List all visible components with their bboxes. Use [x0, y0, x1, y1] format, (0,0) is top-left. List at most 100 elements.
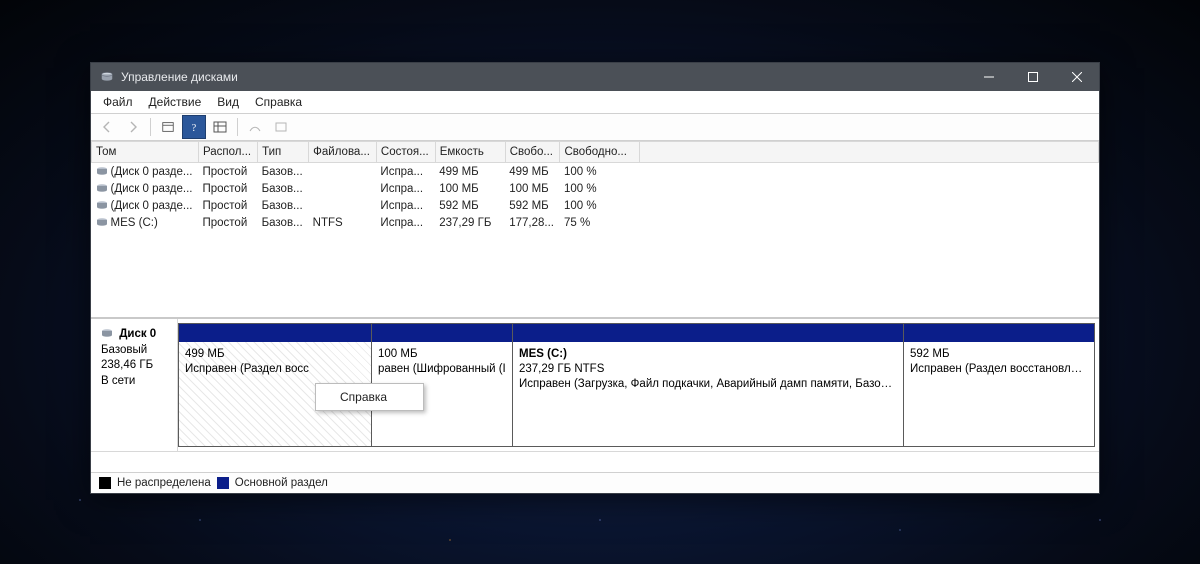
disk-size: 238,46 ГБ [101, 359, 153, 371]
menu-file[interactable]: Файл [95, 93, 141, 111]
partition-desc: равен (Шифрованный (I [378, 363, 506, 375]
maximize-button[interactable] [1011, 63, 1055, 91]
nav-back-button[interactable] [95, 115, 119, 139]
volume-status: Испра... [376, 214, 435, 231]
legend-primary: Основной раздел [235, 477, 328, 489]
toolbar-separator [150, 118, 151, 136]
partition[interactable]: 592 МБИсправен (Раздел восстановления) [903, 323, 1095, 447]
volume-type: Базов... [258, 163, 309, 181]
volume-icon [96, 183, 108, 193]
context-menu-help[interactable]: Справка [318, 386, 421, 408]
menu-view[interactable]: Вид [209, 93, 247, 111]
refresh-button[interactable] [156, 115, 180, 139]
partition-desc: Исправен (Раздел восс [185, 363, 309, 375]
volume-layout: Простой [198, 163, 257, 181]
disk-management-icon [99, 69, 115, 85]
column-header-filesystem[interactable]: Файлова... [309, 142, 377, 163]
volume-capacity: 100 МБ [435, 180, 505, 197]
disk-label[interactable]: Диск 0 Базовый 238,46 ГБ В сети [91, 319, 178, 451]
menu-action[interactable]: Действие [141, 93, 210, 111]
volume-capacity: 592 МБ [435, 197, 505, 214]
volume-pct: 100 % [560, 197, 640, 214]
volume-table: Том Распол... Тип Файлова... Состоя... Е… [91, 141, 1099, 231]
volume-pct: 100 % [560, 180, 640, 197]
help-toolbar-button[interactable]: ? [182, 115, 206, 139]
legend-unallocated: Не распределена [117, 477, 211, 489]
column-header-capacity[interactable]: Емкость [435, 142, 505, 163]
table-row[interactable]: (Диск 0 разде...ПростойБазов...Испра...5… [92, 197, 1099, 214]
column-header-volume[interactable]: Том [92, 142, 199, 163]
volume-capacity: 237,29 ГБ [435, 214, 505, 231]
toolbar: ? [91, 114, 1099, 141]
volume-pct: 100 % [560, 163, 640, 181]
legend-swatch-unallocated [99, 477, 111, 489]
volume-fs [309, 180, 377, 197]
volume-icon [96, 217, 108, 227]
column-header-layout[interactable]: Распол... [198, 142, 257, 163]
properties-button[interactable] [243, 115, 267, 139]
volume-fs [309, 163, 377, 181]
volume-free: 499 МБ [505, 163, 560, 181]
volume-list-pane[interactable]: Том Распол... Тип Файлова... Состоя... Е… [91, 141, 1099, 319]
volume-name: (Диск 0 разде... [92, 163, 199, 181]
volume-name: (Диск 0 разде... [92, 197, 199, 214]
partition-size: 499 МБ [185, 348, 225, 360]
column-header-free[interactable]: Свобо... [505, 142, 560, 163]
volume-fs [309, 197, 377, 214]
volume-free: 100 МБ [505, 180, 560, 197]
volume-name: (Диск 0 разде... [92, 180, 199, 197]
table-row[interactable]: (Диск 0 разде...ПростойБазов...Испра...4… [92, 163, 1099, 181]
close-button[interactable] [1055, 63, 1099, 91]
volume-icon [96, 166, 108, 176]
partition-size: 592 МБ [910, 348, 950, 360]
disk-name: Диск 0 [119, 328, 156, 340]
volume-layout: Простой [198, 197, 257, 214]
volume-free: 177,28... [505, 214, 560, 231]
nav-forward-button[interactable] [121, 115, 145, 139]
partition-header [372, 324, 512, 342]
column-header-status[interactable]: Состоя... [376, 142, 435, 163]
partition[interactable]: MES (C:) 237,29 ГБ NTFS Исправен (Загрузка… [512, 323, 904, 447]
volume-status: Испра... [376, 163, 435, 181]
menu-help[interactable]: Справка [247, 93, 310, 111]
volume-status: Испра... [376, 197, 435, 214]
column-header-blank [640, 142, 1099, 163]
svg-text:?: ? [192, 123, 197, 133]
partition-header [904, 324, 1094, 342]
disk-status: В сети [101, 375, 135, 387]
table-row[interactable]: MES (C:)ПростойБазов...NTFSИспра...237,2… [92, 214, 1099, 231]
volume-type: Базов... [258, 180, 309, 197]
disk-icon [101, 328, 113, 338]
partition-header [513, 324, 903, 342]
volume-free: 592 МБ [505, 197, 560, 214]
volume-name: MES (C:) [92, 214, 199, 231]
volume-icon [96, 200, 108, 210]
partition-size: 100 МБ [378, 348, 418, 360]
partition-size: 237,29 ГБ NTFS [519, 363, 604, 375]
settings-button[interactable] [269, 115, 293, 139]
empty-area [91, 452, 1099, 472]
partition-title: MES (C:) [519, 348, 567, 360]
table-row[interactable]: (Диск 0 разде...ПростойБазов...Испра...1… [92, 180, 1099, 197]
volume-fs: NTFS [309, 214, 377, 231]
volume-capacity: 499 МБ [435, 163, 505, 181]
window-title: Управление дисками [121, 70, 967, 84]
partition-desc: Исправен (Загрузка, Файл подкачки, Авари… [519, 378, 903, 390]
volume-pct: 75 % [560, 214, 640, 231]
volume-layout: Простой [198, 180, 257, 197]
menu-bar: Файл Действие Вид Справка [91, 91, 1099, 114]
disk-management-window: Управление дисками Файл Действие Вид Спр… [90, 62, 1100, 494]
column-header-type[interactable]: Тип [258, 142, 309, 163]
volume-type: Базов... [258, 197, 309, 214]
title-bar[interactable]: Управление дисками [91, 63, 1099, 91]
column-header-free-pct[interactable]: Свободно... [560, 142, 640, 163]
toolbar-separator [237, 118, 238, 136]
disk-graphical-pane[interactable]: Диск 0 Базовый 238,46 ГБ В сети 499 МБ Ис… [91, 319, 1099, 452]
view-button-1[interactable] [208, 115, 232, 139]
disk-type: Базовый [101, 344, 147, 356]
legend-bar: Не распределена Основной раздел [91, 472, 1099, 493]
partition-body: MES (C:) 237,29 ГБ NTFS Исправен (Загрузка… [513, 342, 903, 446]
minimize-button[interactable] [967, 63, 1011, 91]
volume-status: Испра... [376, 180, 435, 197]
volume-type: Базов... [258, 214, 309, 231]
